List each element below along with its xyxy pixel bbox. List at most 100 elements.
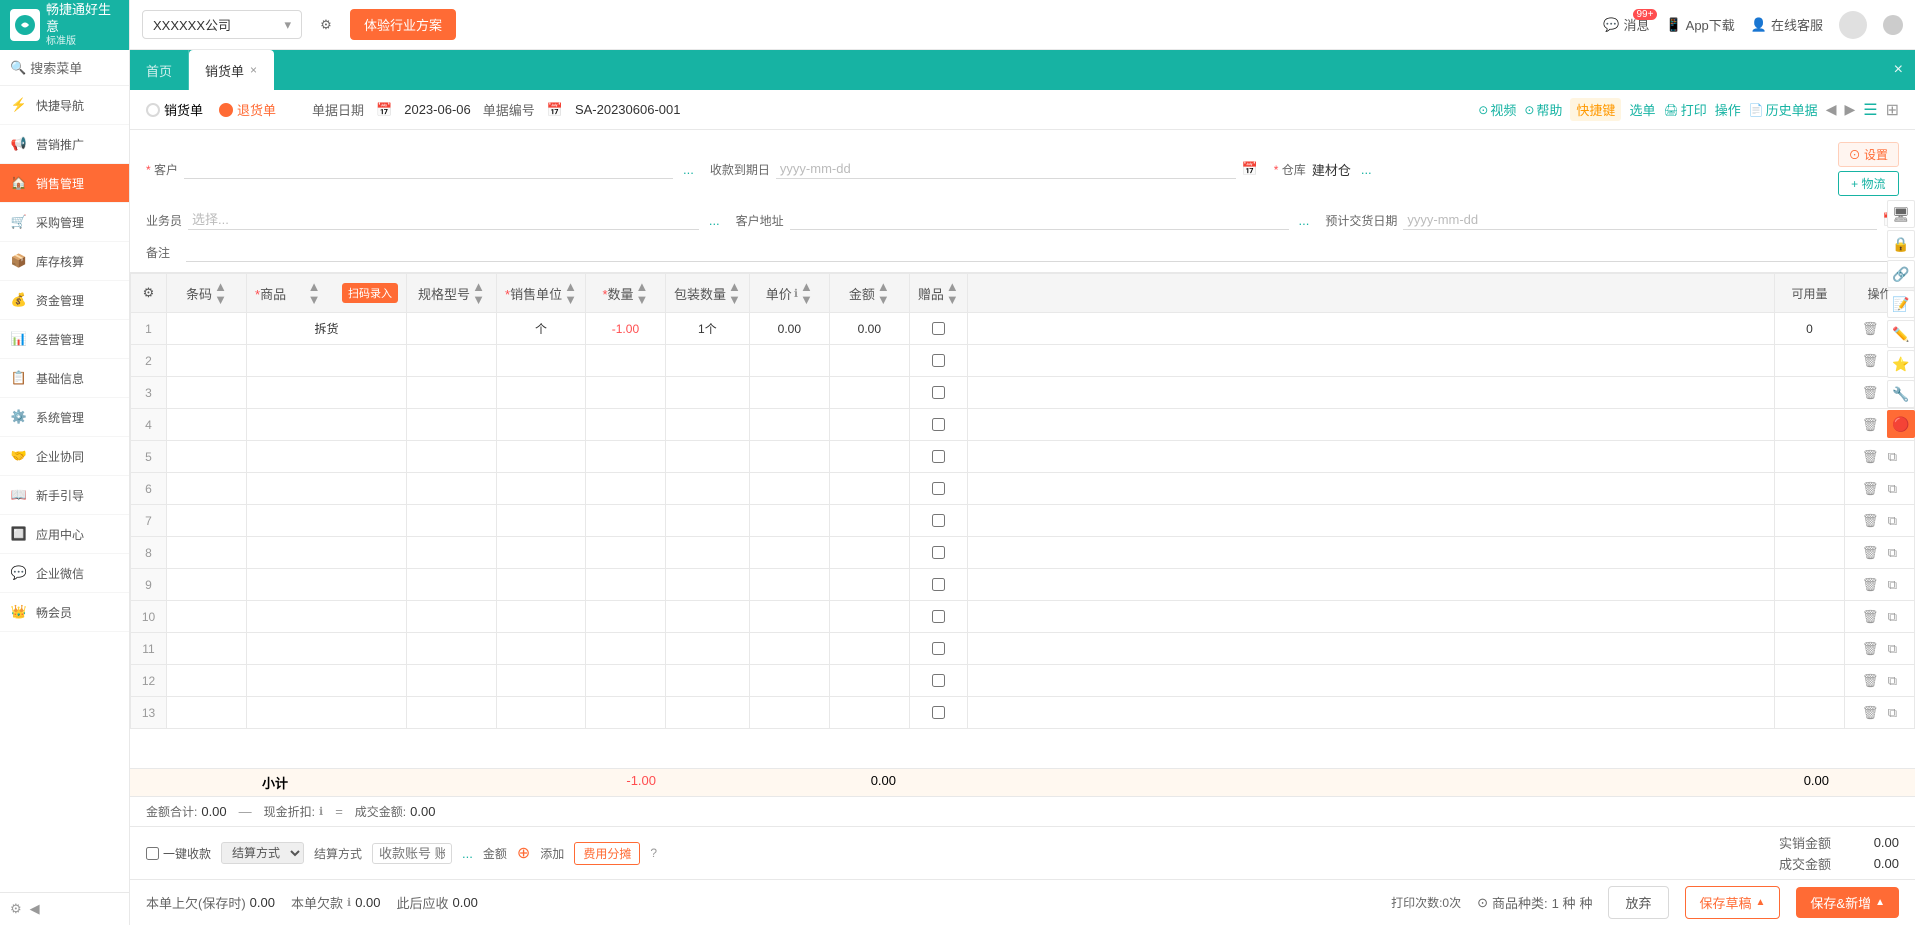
- product-sort-icon[interactable]: ▲▼: [308, 280, 321, 306]
- cell-memo-2[interactable]: [967, 345, 1774, 377]
- cell-spec-1[interactable]: [407, 313, 497, 345]
- customer-dots[interactable]: ...: [683, 162, 694, 177]
- cell-product-3[interactable]: [247, 377, 407, 409]
- cell-price-7[interactable]: [749, 505, 829, 537]
- price-info-icon[interactable]: ℹ: [794, 287, 798, 300]
- payment-method-select[interactable]: 结算方式: [221, 842, 304, 864]
- cell-qty-9[interactable]: [585, 569, 665, 601]
- list-view-btn[interactable]: ☰: [1863, 100, 1877, 120]
- copy-row-btn-8[interactable]: ⧉: [1888, 545, 1897, 560]
- sidebar-item-purchase[interactable]: 🛒 采购管理: [0, 203, 129, 242]
- cell-barcode-4[interactable]: [167, 409, 247, 441]
- cell-price-6[interactable]: [749, 473, 829, 505]
- cell-unit-5[interactable]: [497, 441, 586, 473]
- cell-spec-6[interactable]: [407, 473, 497, 505]
- cell-spec-11[interactable]: [407, 633, 497, 665]
- gift-checkbox-9[interactable]: [932, 578, 945, 591]
- delete-row-btn-9[interactable]: 🗑: [1862, 577, 1879, 592]
- cell-packqty-11[interactable]: [665, 633, 749, 665]
- doc-settings-button[interactable]: ⊙ 设置: [1838, 142, 1899, 167]
- right-tool-monitor[interactable]: 🖥: [1887, 200, 1915, 228]
- th-gear[interactable]: ⚙: [131, 274, 167, 313]
- online-service-button[interactable]: 👤 在线客服: [1751, 15, 1823, 34]
- price-sort-icon[interactable]: ▲▼: [800, 280, 813, 306]
- copy-row-btn-10[interactable]: ⧉: [1888, 609, 1897, 624]
- cell-gift-12[interactable]: [909, 665, 967, 697]
- sidebar-item-enterprise[interactable]: 🤝 企业协同: [0, 437, 129, 476]
- cell-gift-9[interactable]: [909, 569, 967, 601]
- cell-qty-2[interactable]: [585, 345, 665, 377]
- cell-product-10[interactable]: [247, 601, 407, 633]
- save-new-button[interactable]: 保存&新增 ▲: [1796, 887, 1899, 918]
- cell-amount-7[interactable]: [829, 505, 909, 537]
- cell-packqty-12[interactable]: [665, 665, 749, 697]
- notes-input[interactable]: [186, 242, 1899, 262]
- logistics-button[interactable]: + 物流: [1838, 171, 1899, 196]
- cell-amount-3[interactable]: [829, 377, 909, 409]
- delivery-date-input[interactable]: [1403, 210, 1876, 230]
- cell-memo-10[interactable]: [967, 601, 1774, 633]
- cell-memo-12[interactable]: [967, 665, 1774, 697]
- cell-memo-9[interactable]: [967, 569, 1774, 601]
- cell-unit-8[interactable]: [497, 537, 586, 569]
- gift-checkbox-4[interactable]: [932, 418, 945, 431]
- print-link[interactable]: 🖨 打印: [1663, 100, 1706, 119]
- cell-barcode-7[interactable]: [167, 505, 247, 537]
- cell-gift-2[interactable]: [909, 345, 967, 377]
- cell-unit-7[interactable]: [497, 505, 586, 537]
- history-link[interactable]: 📄 历史单据: [1749, 100, 1818, 119]
- cell-amount-8[interactable]: [829, 537, 909, 569]
- cell-spec-8[interactable]: [407, 537, 497, 569]
- cell-packqty-10[interactable]: [665, 601, 749, 633]
- cell-memo-3[interactable]: [967, 377, 1774, 409]
- cell-gift-8[interactable]: [909, 537, 967, 569]
- copy-row-btn-13[interactable]: ⧉: [1888, 705, 1897, 720]
- account-dots[interactable]: ...: [462, 846, 473, 861]
- cell-qty-5[interactable]: [585, 441, 665, 473]
- tab-sales-order[interactable]: 销货单 ×: [189, 50, 274, 90]
- tab-close-all-button[interactable]: ×: [1882, 61, 1915, 79]
- cell-memo-6[interactable]: [967, 473, 1774, 505]
- salesperson-dots[interactable]: ...: [709, 213, 720, 228]
- cell-qty-11[interactable]: [585, 633, 665, 665]
- cell-gift-11[interactable]: [909, 633, 967, 665]
- sidebar-item-member[interactable]: 👑 畅会员: [0, 593, 129, 632]
- cell-spec-3[interactable]: [407, 377, 497, 409]
- right-tool-star[interactable]: ⭐: [1887, 350, 1915, 378]
- cell-amount-4[interactable]: [829, 409, 909, 441]
- cell-unit-4[interactable]: [497, 409, 586, 441]
- expense-split-button[interactable]: 费用分摊: [574, 842, 640, 865]
- sidebar-collapse-btn[interactable]: ◀: [30, 901, 40, 917]
- cell-qty-3[interactable]: [585, 377, 665, 409]
- radio-return-order[interactable]: 退货单: [219, 100, 276, 119]
- payment-date-input[interactable]: [776, 159, 1236, 179]
- delete-row-btn-6[interactable]: 🗑: [1862, 481, 1879, 496]
- cell-memo-1[interactable]: [967, 313, 1774, 345]
- delete-row-btn-10[interactable]: 🗑: [1862, 609, 1879, 624]
- cell-memo-11[interactable]: [967, 633, 1774, 665]
- amount-sort-icon[interactable]: ▲▼: [877, 280, 890, 306]
- customer-input[interactable]: [184, 159, 673, 179]
- cell-price-10[interactable]: [749, 601, 829, 633]
- right-tool-link[interactable]: 🔗: [1887, 260, 1915, 288]
- gift-checkbox-5[interactable]: [932, 450, 945, 463]
- cell-unit-6[interactable]: [497, 473, 586, 505]
- cell-barcode-5[interactable]: [167, 441, 247, 473]
- sidebar-item-wechat[interactable]: 💬 企业微信: [0, 554, 129, 593]
- cell-memo-13[interactable]: [967, 697, 1774, 729]
- cell-packqty-5[interactable]: [665, 441, 749, 473]
- cell-barcode-2[interactable]: [167, 345, 247, 377]
- cell-spec-13[interactable]: [407, 697, 497, 729]
- cell-gift-4[interactable]: [909, 409, 967, 441]
- cell-amount-1[interactable]: 0.00: [829, 313, 909, 345]
- cell-qty-12[interactable]: [585, 665, 665, 697]
- cell-amount-9[interactable]: [829, 569, 909, 601]
- expense-help-icon[interactable]: ?: [650, 846, 657, 860]
- cell-product-4[interactable]: [247, 409, 407, 441]
- cell-packqty-8[interactable]: [665, 537, 749, 569]
- cell-packqty-2[interactable]: [665, 345, 749, 377]
- cell-packqty-7[interactable]: [665, 505, 749, 537]
- cell-price-3[interactable]: [749, 377, 829, 409]
- gift-sort-icon[interactable]: ▲▼: [946, 280, 959, 306]
- cell-price-9[interactable]: [749, 569, 829, 601]
